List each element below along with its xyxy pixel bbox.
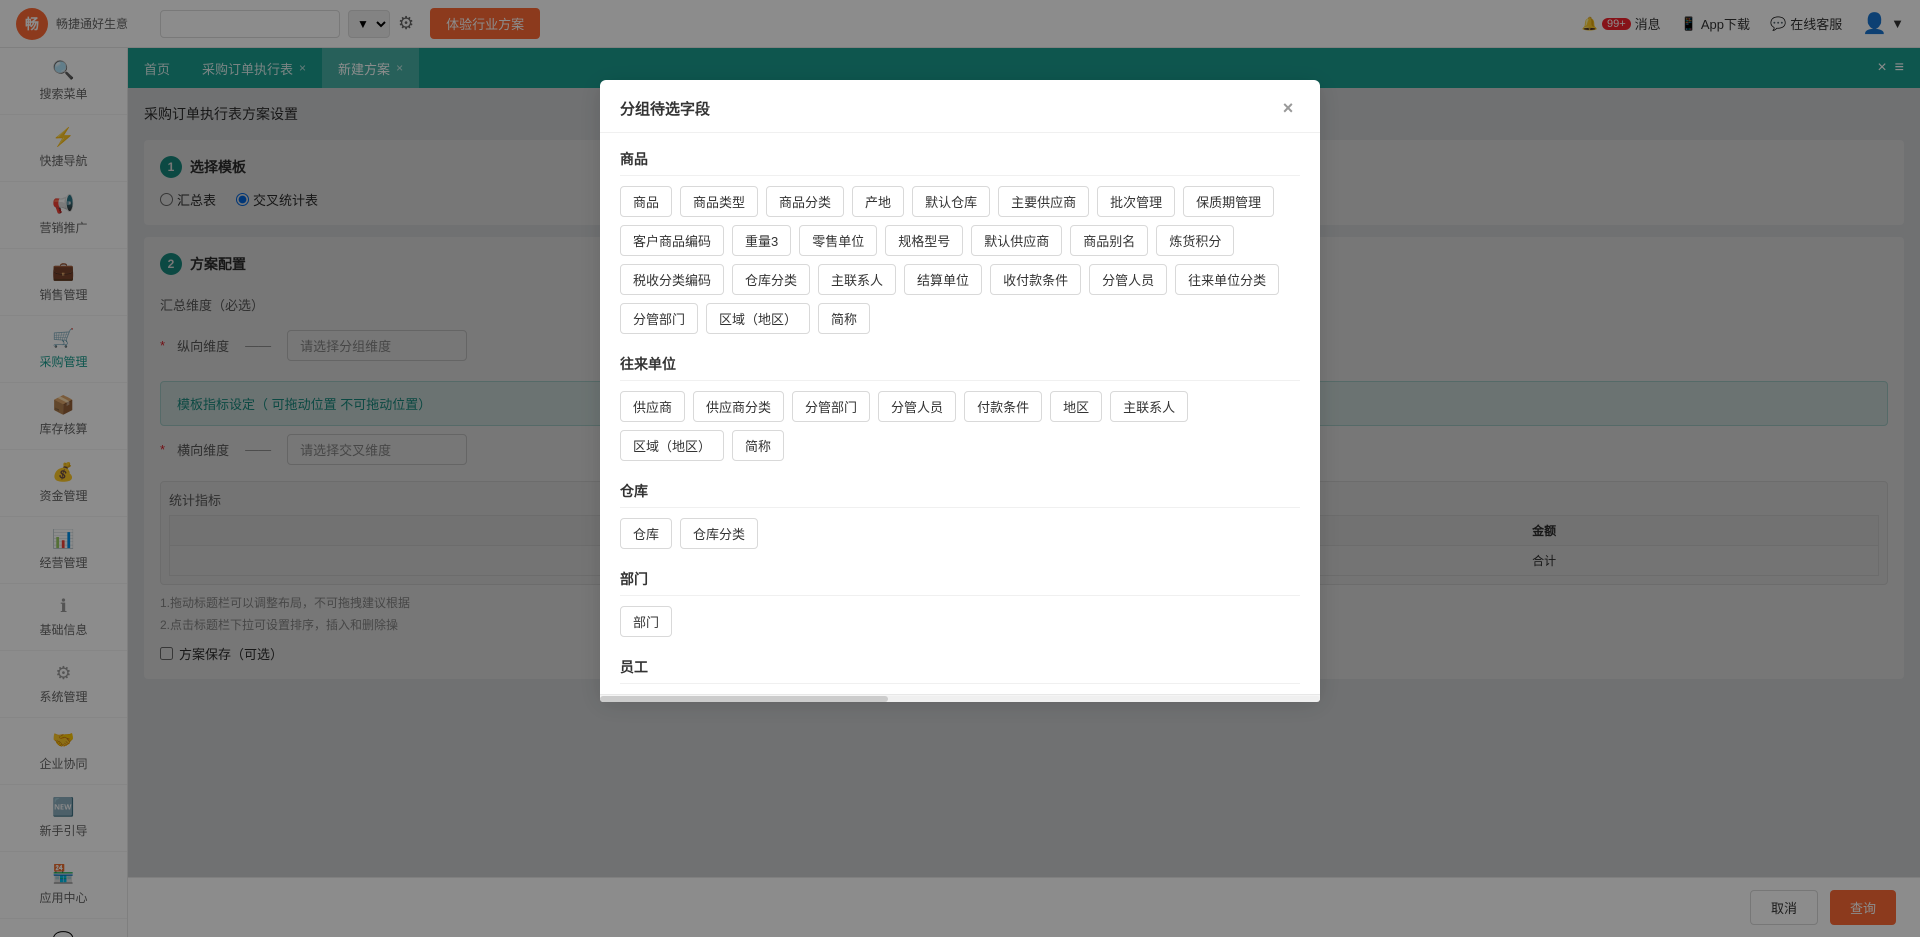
modal-dialog: 分组待选字段 × 商品 商品 商品类型 商品分类 产地 默认仓库 主要供应商 批… <box>600 80 1320 700</box>
field-tag-product-21[interactable]: 往来单位分类 <box>1175 264 1279 295</box>
section-product-title: 商品 <box>620 149 1300 176</box>
field-tag-partner-4[interactable]: 付款条件 <box>964 391 1042 422</box>
field-tag-product-11[interactable]: 规格型号 <box>885 225 963 256</box>
field-tag-product-2[interactable]: 商品分类 <box>766 186 844 217</box>
section-partner-title: 往来单位 <box>620 354 1300 381</box>
field-tag-product-13[interactable]: 商品别名 <box>1070 225 1148 256</box>
field-tag-product-17[interactable]: 主联系人 <box>818 264 896 295</box>
field-tag-product-24[interactable]: 简称 <box>818 303 870 334</box>
field-tag-product-18[interactable]: 结算单位 <box>904 264 982 295</box>
field-tag-warehouse-1[interactable]: 仓库分类 <box>680 518 758 549</box>
field-tag-product-22[interactable]: 分管部门 <box>620 303 698 334</box>
field-tag-product-14[interactable]: 炼货积分 <box>1156 225 1234 256</box>
field-tag-product-19[interactable]: 收付款条件 <box>990 264 1081 295</box>
section-warehouse: 仓库 仓库 仓库分类 <box>620 481 1300 549</box>
field-tag-product-10[interactable]: 零售单位 <box>799 225 877 256</box>
field-tag-partner-0[interactable]: 供应商 <box>620 391 685 422</box>
field-tag-product-5[interactable]: 主要供应商 <box>998 186 1089 217</box>
field-tag-product-12[interactable]: 默认供应商 <box>971 225 1062 256</box>
field-tag-partner-2[interactable]: 分管部门 <box>792 391 870 422</box>
section-dept-title: 部门 <box>620 569 1300 596</box>
field-tag-dept-0[interactable]: 部门 <box>620 606 672 637</box>
section-employee: 员工 业务员 <box>620 657 1300 694</box>
field-tag-partner-7[interactable]: 区域（地区） <box>620 430 724 461</box>
field-tag-product-20[interactable]: 分管人员 <box>1089 264 1167 295</box>
field-tag-product-8[interactable]: 客户商品编码 <box>620 225 724 256</box>
section-dept-tags: 部门 <box>620 606 1300 637</box>
modal-title: 分组待选字段 <box>620 98 710 119</box>
field-tag-product-0[interactable]: 商品 <box>620 186 672 217</box>
modal-hscroll[interactable] <box>600 694 1320 700</box>
field-tag-partner-5[interactable]: 地区 <box>1050 391 1102 422</box>
field-tag-product-16[interactable]: 仓库分类 <box>732 264 810 295</box>
field-tag-partner-1[interactable]: 供应商分类 <box>693 391 784 422</box>
field-tag-product-7[interactable]: 保质期管理 <box>1183 186 1274 217</box>
field-tag-partner-6[interactable]: 主联系人 <box>1110 391 1188 422</box>
modal-close-button[interactable]: × <box>1276 96 1300 120</box>
field-tag-product-4[interactable]: 默认仓库 <box>912 186 990 217</box>
field-tag-product-1[interactable]: 商品类型 <box>680 186 758 217</box>
section-warehouse-tags: 仓库 仓库分类 <box>620 518 1300 549</box>
field-tag-partner-3[interactable]: 分管人员 <box>878 391 956 422</box>
section-dept: 部门 部门 <box>620 569 1300 637</box>
section-employee-title: 员工 <box>620 657 1300 684</box>
field-tag-product-9[interactable]: 重量3 <box>732 225 791 256</box>
section-product-tags: 商品 商品类型 商品分类 产地 默认仓库 主要供应商 批次管理 保质期管理 客户… <box>620 186 1300 334</box>
field-tag-product-3[interactable]: 产地 <box>852 186 904 217</box>
section-warehouse-title: 仓库 <box>620 481 1300 508</box>
field-tag-warehouse-0[interactable]: 仓库 <box>620 518 672 549</box>
section-product: 商品 商品 商品类型 商品分类 产地 默认仓库 主要供应商 批次管理 保质期管理… <box>620 149 1300 334</box>
section-partner-tags: 供应商 供应商分类 分管部门 分管人员 付款条件 地区 主联系人 区域（地区） … <box>620 391 1300 461</box>
modal-header: 分组待选字段 × <box>600 80 1320 133</box>
field-tag-partner-8[interactable]: 简称 <box>732 430 784 461</box>
field-tag-product-15[interactable]: 税收分类编码 <box>620 264 724 295</box>
modal-overlay: 分组待选字段 × 商品 商品 商品类型 商品分类 产地 默认仓库 主要供应商 批… <box>0 0 1920 937</box>
section-partner: 往来单位 供应商 供应商分类 分管部门 分管人员 付款条件 地区 主联系人 区域… <box>620 354 1300 461</box>
modal-body[interactable]: 商品 商品 商品类型 商品分类 产地 默认仓库 主要供应商 批次管理 保质期管理… <box>600 133 1320 694</box>
field-tag-product-6[interactable]: 批次管理 <box>1097 186 1175 217</box>
field-tag-product-23[interactable]: 区域（地区） <box>706 303 810 334</box>
